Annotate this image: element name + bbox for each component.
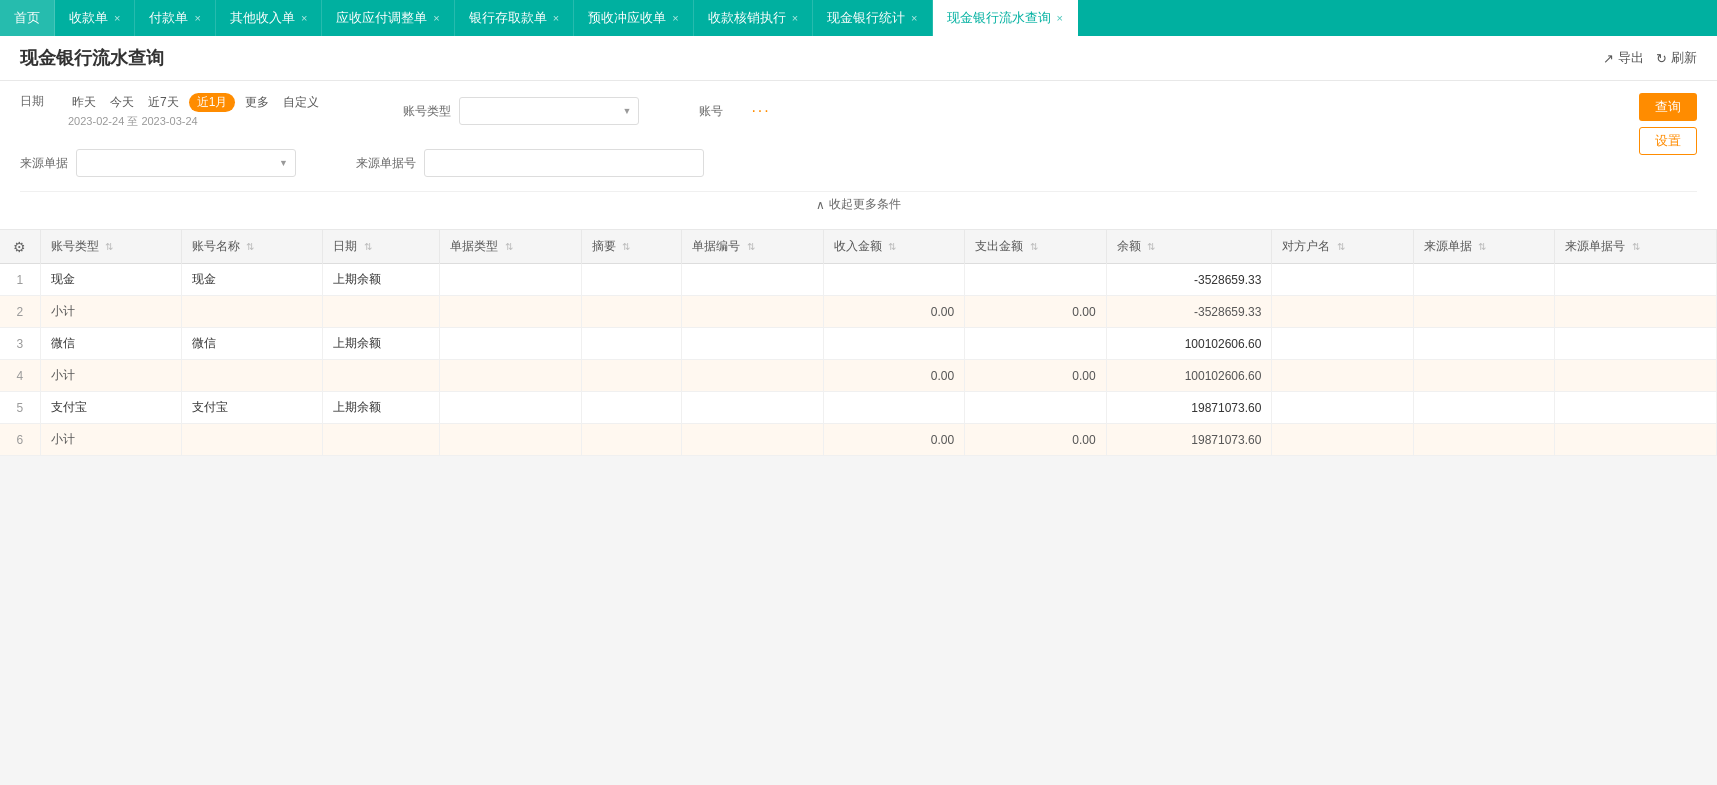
sort-source-doc-no-icon: ⇅ xyxy=(1632,241,1640,252)
date-shortcut-yesterday[interactable]: 昨天 xyxy=(68,93,100,112)
nav-bank-deposit-close[interactable]: × xyxy=(553,12,559,24)
sort-source-doc-icon: ⇅ xyxy=(1478,241,1486,252)
filter-row-1: 日期 昨天 今天 近7天 近1月 更多 自定义 2023-02-24 至 202… xyxy=(20,93,1639,129)
table-body: 1现金现金上期余额-3528659.332小计0.000.00-3528659.… xyxy=(0,264,1717,456)
settings-button[interactable]: 设置 xyxy=(1639,127,1697,155)
table-row: 4小计0.000.00100102606.60 xyxy=(0,360,1717,392)
th-expense[interactable]: 支出金额 ⇅ xyxy=(965,230,1106,264)
collapse-icon: ∧ xyxy=(816,198,825,212)
sort-income-icon: ⇅ xyxy=(888,241,896,252)
th-settings[interactable]: ⚙ xyxy=(0,230,40,264)
filter-area: 日期 昨天 今天 近7天 近1月 更多 自定义 2023-02-24 至 202… xyxy=(0,81,1717,230)
nav-cash-flow-query[interactable]: 现金银行流水查询 × xyxy=(933,0,1078,36)
nav-adjustment-close[interactable]: × xyxy=(433,12,439,24)
date-shortcut-1month[interactable]: 近1月 xyxy=(189,93,236,112)
source-doc-no-label: 来源单据号 xyxy=(356,155,416,172)
filter-row-2: 来源单据 来源单据号 xyxy=(20,149,1639,177)
date-shortcut-7days[interactable]: 近7天 xyxy=(144,93,183,112)
th-date[interactable]: 日期 ⇅ xyxy=(323,230,440,264)
nav-payment[interactable]: 付款单 × xyxy=(135,0,215,36)
nav-cash-stats[interactable]: 现金银行统计 × xyxy=(813,0,932,36)
table-row: 3微信微信上期余额100102606.60 xyxy=(0,328,1717,360)
table-row: 6小计0.000.0019871073.60 xyxy=(0,424,1717,456)
th-source-doc-no[interactable]: 来源单据号 ⇅ xyxy=(1555,230,1717,264)
source-doc-select-wrapper xyxy=(76,149,296,177)
export-button[interactable]: ↗ 导出 xyxy=(1603,49,1644,67)
data-table: ⚙ 账号类型 ⇅ 账号名称 ⇅ 日期 ⇅ 单据类型 ⇅ xyxy=(0,230,1717,456)
source-doc-no-input[interactable] xyxy=(424,149,704,177)
account-type-select-wrapper xyxy=(459,97,639,125)
sort-expense-icon: ⇅ xyxy=(1030,241,1038,252)
gear-icon: ⚙ xyxy=(13,239,26,255)
page-title: 现金银行流水查询 xyxy=(20,46,164,70)
account-type-label: 账号类型 xyxy=(403,103,451,120)
nav-other-income-close[interactable]: × xyxy=(301,12,307,24)
nav-cash-flow-query-close[interactable]: × xyxy=(1057,12,1063,24)
table-container: ⚙ 账号类型 ⇅ 账号名称 ⇅ 日期 ⇅ 单据类型 ⇅ xyxy=(0,230,1717,456)
sort-date-icon: ⇅ xyxy=(364,241,372,252)
nav-collection-exec-close[interactable]: × xyxy=(792,12,798,24)
account-no-label: 账号 xyxy=(699,103,739,120)
sort-summary-icon: ⇅ xyxy=(622,241,630,252)
nav-home[interactable]: 首页 xyxy=(0,0,55,36)
header-actions: ↗ 导出 ↻ 刷新 xyxy=(1603,49,1697,67)
table-row: 5支付宝支付宝上期余额19871073.60 xyxy=(0,392,1717,424)
th-doc-type[interactable]: 单据类型 ⇅ xyxy=(440,230,581,264)
th-summary[interactable]: 摘要 ⇅ xyxy=(581,230,682,264)
query-button[interactable]: 查询 xyxy=(1639,93,1697,121)
date-label: 日期 xyxy=(20,93,60,110)
table-header-row: ⚙ 账号类型 ⇅ 账号名称 ⇅ 日期 ⇅ 单据类型 ⇅ xyxy=(0,230,1717,264)
nav-receipt-close[interactable]: × xyxy=(114,12,120,24)
nav-receipt[interactable]: 收款单 × xyxy=(55,0,135,36)
sort-doc-type-icon: ⇅ xyxy=(505,241,513,252)
sort-balance-icon: ⇅ xyxy=(1147,241,1155,252)
page-header: 现金银行流水查询 ↗ 导出 ↻ 刷新 xyxy=(0,36,1717,81)
nav-collection-exec[interactable]: 收款核销执行 × xyxy=(694,0,813,36)
nav-advance-offset[interactable]: 预收冲应收单 × xyxy=(574,0,693,36)
date-shortcut-custom[interactable]: 自定义 xyxy=(279,93,323,112)
nav-advance-offset-close[interactable]: × xyxy=(672,12,678,24)
th-account-name[interactable]: 账号名称 ⇅ xyxy=(181,230,322,264)
filter-right-buttons: 查询 设置 xyxy=(1639,93,1697,155)
export-icon: ↗ xyxy=(1603,51,1614,66)
nav-other-income[interactable]: 其他收入单 × xyxy=(216,0,322,36)
th-income[interactable]: 收入金额 ⇅ xyxy=(823,230,964,264)
refresh-button[interactable]: ↻ 刷新 xyxy=(1656,49,1697,67)
date-shortcut-today[interactable]: 今天 xyxy=(106,93,138,112)
top-navigation: 首页 收款单 × 付款单 × 其他收入单 × 应收应付调整单 × 银行存取款单 … xyxy=(0,0,1717,36)
source-doc-label: 来源单据 xyxy=(20,155,68,172)
sort-doc-no-icon: ⇅ xyxy=(747,241,755,252)
th-balance[interactable]: 余额 ⇅ xyxy=(1106,230,1272,264)
refresh-icon: ↻ xyxy=(1656,51,1667,66)
th-account-type[interactable]: 账号类型 ⇅ xyxy=(40,230,181,264)
sort-account-type-icon: ⇅ xyxy=(105,241,113,252)
nav-payment-close[interactable]: × xyxy=(194,12,200,24)
date-shortcut-more[interactable]: 更多 xyxy=(241,93,273,112)
account-no-more-button[interactable]: ··· xyxy=(747,102,774,120)
nav-adjustment[interactable]: 应收应付调整单 × xyxy=(322,0,454,36)
account-type-select[interactable] xyxy=(459,97,639,125)
date-shortcuts: 昨天 今天 近7天 近1月 更多 自定义 xyxy=(68,93,323,112)
date-range-display: 2023-02-24 至 2023-03-24 xyxy=(68,114,323,129)
nav-bank-deposit[interactable]: 银行存取款单 × xyxy=(455,0,574,36)
th-source-doc[interactable]: 来源单据 ⇅ xyxy=(1413,230,1554,264)
table-row: 1现金现金上期余额-3528659.33 xyxy=(0,264,1717,296)
th-doc-no[interactable]: 单据编号 ⇅ xyxy=(682,230,823,264)
collapse-more-conditions[interactable]: ∧ 收起更多条件 xyxy=(20,191,1697,217)
nav-cash-stats-close[interactable]: × xyxy=(911,12,917,24)
sort-counterpart-icon: ⇅ xyxy=(1337,241,1345,252)
table-row: 2小计0.000.00-3528659.33 xyxy=(0,296,1717,328)
sort-account-name-icon: ⇅ xyxy=(246,241,254,252)
th-counterpart[interactable]: 对方户名 ⇅ xyxy=(1272,230,1413,264)
source-doc-select[interactable] xyxy=(76,149,296,177)
